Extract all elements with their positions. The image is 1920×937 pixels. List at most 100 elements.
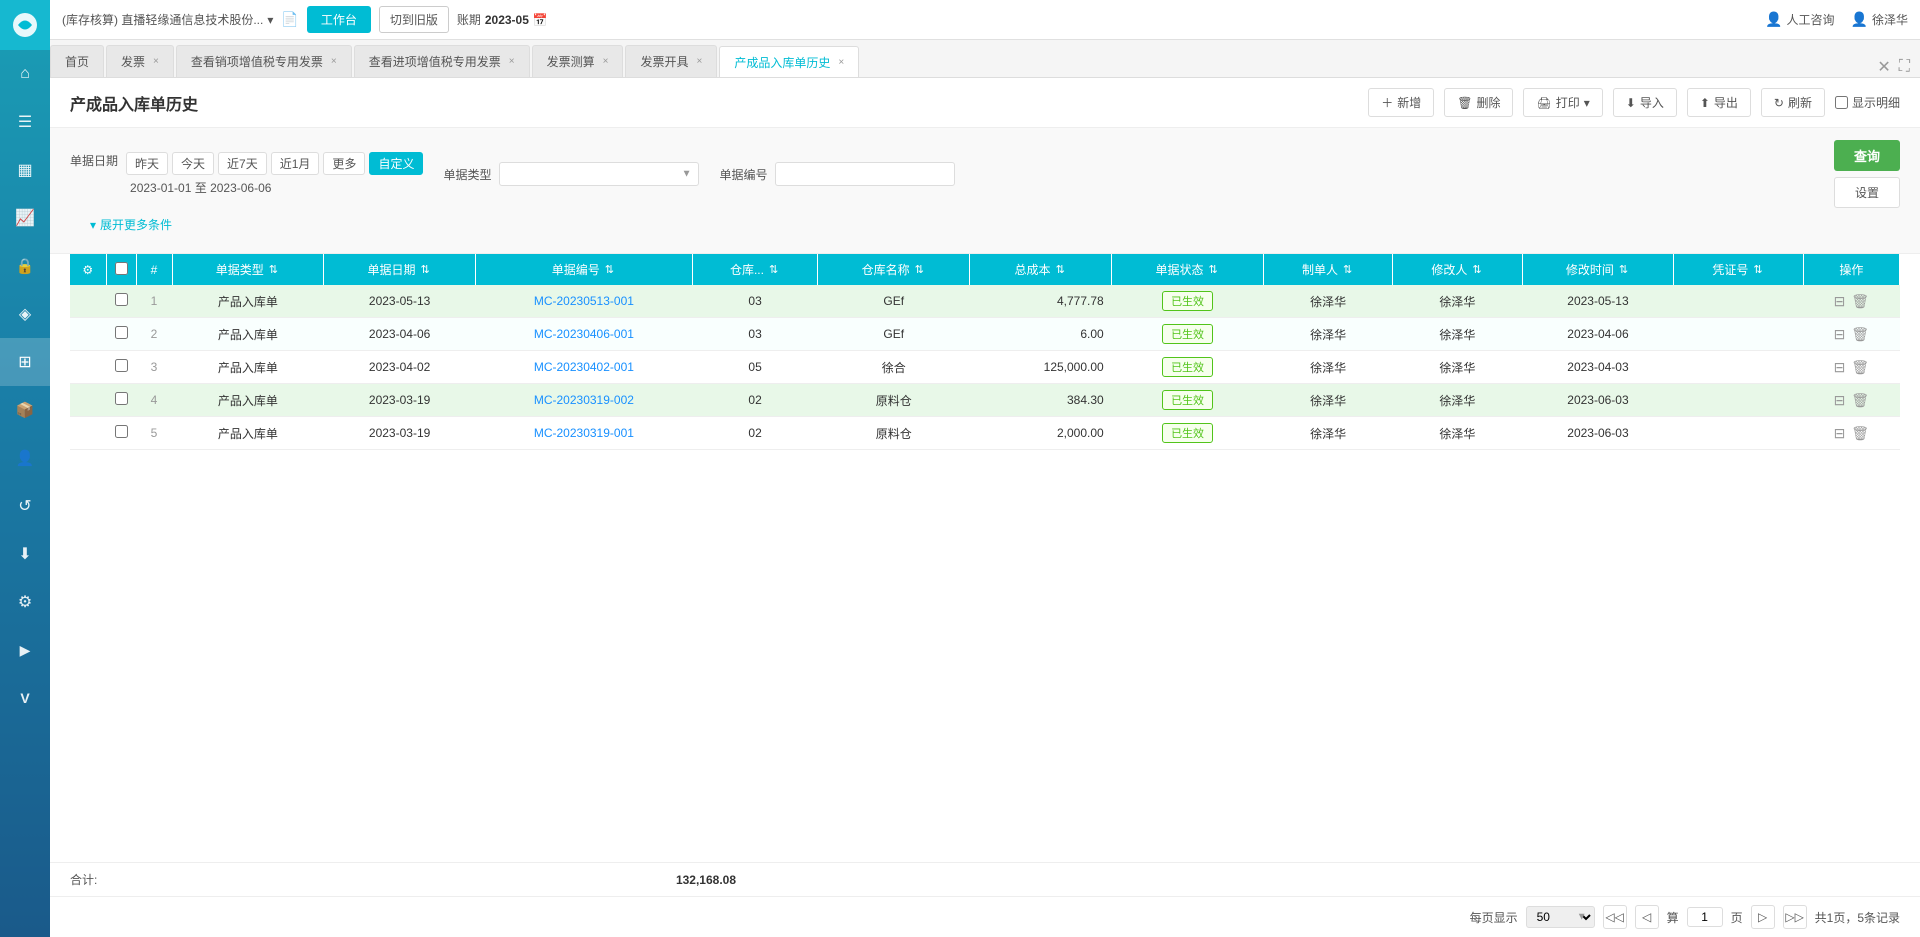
user-info[interactable]: 👤 徐泽华 (1851, 11, 1908, 28)
tab-sales-invoice-close[interactable]: × (331, 56, 337, 67)
col-warehouse-code[interactable]: 仓库...⇅ (692, 254, 818, 285)
app-logo[interactable] (0, 0, 50, 50)
per-page-select[interactable]: 50 100 200 (1526, 906, 1595, 928)
show-detail-toggle[interactable]: 显示明细 (1835, 94, 1900, 111)
sidebar-item-settings2[interactable]: ⚙ (0, 578, 50, 626)
row-edit-icon[interactable]: ⊟ (1834, 392, 1846, 409)
sidebar-item-refresh2[interactable]: ↺ (0, 482, 50, 530)
delete-button[interactable]: 🗑 删除 (1444, 88, 1513, 117)
expand-more-btn[interactable]: ▾ 展开更多条件 (90, 216, 172, 233)
row-checkbox-cell[interactable] (106, 351, 136, 384)
col-warehouse-name[interactable]: 仓库名称⇅ (818, 254, 970, 285)
col-modify-time[interactable]: 修改时间⇅ (1522, 254, 1674, 285)
sidebar-item-analytics[interactable]: 📈 (0, 194, 50, 242)
company-dropdown-icon[interactable]: ▾ (267, 13, 273, 27)
row-number[interactable]: MC-20230319-002 (475, 384, 692, 417)
select-all-checkbox[interactable] (115, 262, 128, 275)
col-wh-name-sort[interactable]: ⇅ (913, 263, 926, 276)
new-button[interactable]: ＋ 新增 (1368, 88, 1434, 117)
col-status[interactable]: 单据状态⇅ (1112, 254, 1264, 285)
row-number[interactable]: MC-20230402-001 (475, 351, 692, 384)
col-creator[interactable]: 制单人⇅ (1263, 254, 1392, 285)
sidebar-item-download[interactable]: ⬇ (0, 530, 50, 578)
page-number-input[interactable] (1687, 907, 1723, 927)
sidebar-item-document[interactable]: ☰ (0, 98, 50, 146)
row-edit-icon[interactable]: ⊟ (1834, 359, 1846, 376)
date-btn-today[interactable]: 今天 (172, 152, 214, 175)
tab-purchase-invoice-close[interactable]: × (509, 56, 515, 67)
row-checkbox[interactable] (115, 425, 128, 438)
col-type-sort[interactable]: ⇅ (267, 263, 280, 276)
tab-sales-invoice[interactable]: 查看销项增值税专用发票 × (176, 45, 352, 77)
tab-invoice[interactable]: 发票 × (106, 45, 174, 77)
next-page-button[interactable]: ▷ (1751, 905, 1775, 929)
sidebar-item-play[interactable]: ▶ (0, 626, 50, 674)
tab-finished-goods-history[interactable]: 产成品入库单历史 × (719, 46, 859, 78)
tab-invoice-close[interactable]: × (153, 56, 159, 67)
query-button[interactable]: 查询 (1834, 140, 1900, 171)
col-number-sort[interactable]: ⇅ (603, 263, 616, 276)
sidebar-item-chart[interactable]: ▦ (0, 146, 50, 194)
row-delete-icon[interactable]: 🗑 (1851, 392, 1869, 409)
help-label[interactable]: 👤 人工咨询 (1765, 11, 1834, 28)
last-page-button[interactable]: ▷▷ (1783, 905, 1807, 929)
col-modifier[interactable]: 修改人⇅ (1393, 254, 1522, 285)
col-total-cost[interactable]: 总成本⇅ (970, 254, 1112, 285)
sidebar-item-grid[interactable]: ⊞ (0, 338, 50, 386)
tab-close-all-icon[interactable]: ✕ (1877, 57, 1890, 77)
col-creator-sort[interactable]: ⇅ (1341, 263, 1354, 276)
col-date[interactable]: 单据日期⇅ (324, 254, 476, 285)
refresh-button[interactable]: ↻ 刷新 (1761, 88, 1825, 117)
export-button[interactable]: ⬆ 导出 (1687, 88, 1751, 117)
tab-finished-goods-close[interactable]: × (838, 57, 844, 68)
row-checkbox[interactable] (115, 293, 128, 306)
col-status-sort[interactable]: ⇅ (1206, 263, 1219, 276)
row-checkbox-cell[interactable] (106, 384, 136, 417)
col-settings[interactable]: ⚙ (70, 254, 106, 285)
date-btn-yesterday[interactable]: 昨天 (126, 152, 168, 175)
col-wh-code-sort[interactable]: ⇅ (767, 263, 780, 276)
tab-invoice-calc-close[interactable]: × (603, 56, 609, 67)
row-delete-icon[interactable]: 🗑 (1851, 425, 1869, 442)
sidebar-item-inventory[interactable]: 📦 (0, 386, 50, 434)
sidebar-item-person[interactable]: 👤 (0, 434, 50, 482)
tab-invoice-calc[interactable]: 发票测算 × (532, 45, 624, 77)
sidebar-item-home[interactable]: ⌂ (0, 50, 50, 98)
row-edit-icon[interactable]: ⊟ (1834, 326, 1846, 343)
col-modify-time-sort[interactable]: ⇅ (1617, 263, 1630, 276)
date-btn-more[interactable]: 更多 (323, 152, 365, 175)
col-checkbox[interactable] (106, 254, 136, 285)
prev-page-button[interactable]: ◁ (1635, 905, 1659, 929)
col-voucher[interactable]: 凭证号⇅ (1674, 254, 1803, 285)
col-voucher-sort[interactable]: ⇅ (1751, 263, 1764, 276)
row-edit-icon[interactable]: ⊟ (1834, 293, 1846, 310)
row-checkbox[interactable] (115, 392, 128, 405)
sidebar-item-version[interactable]: V (0, 674, 50, 722)
date-btn-7days[interactable]: 近7天 (218, 152, 267, 175)
tab-fullscreen-icon[interactable]: ⛶ (1899, 58, 1910, 76)
setting-button[interactable]: 设置 (1834, 177, 1900, 208)
topbar-doc-icon[interactable]: 📄 (281, 11, 298, 28)
col-modifier-sort[interactable]: ⇅ (1470, 263, 1483, 276)
date-btn-1month[interactable]: 近1月 (271, 152, 320, 175)
col-cost-sort[interactable]: ⇅ (1054, 263, 1067, 276)
date-btn-custom[interactable]: 自定义 (369, 152, 423, 175)
first-page-button[interactable]: ◁◁ (1603, 905, 1627, 929)
sidebar-item-shield[interactable]: ◈ (0, 290, 50, 338)
tab-home[interactable]: 首页 (50, 45, 104, 77)
workbench-button[interactable]: 工作台 (307, 6, 371, 33)
row-delete-icon[interactable]: 🗑 (1851, 326, 1869, 343)
row-number[interactable]: MC-20230513-001 (475, 285, 692, 318)
row-edit-icon[interactable]: ⊟ (1834, 425, 1846, 442)
tab-purchase-invoice[interactable]: 查看进项增值税专用发票 × (354, 45, 530, 77)
row-number[interactable]: MC-20230319-001 (475, 417, 692, 450)
col-number[interactable]: 单据编号⇅ (475, 254, 692, 285)
row-checkbox[interactable] (115, 359, 128, 372)
row-checkbox-cell[interactable] (106, 318, 136, 351)
print-button[interactable]: 🖨 打印 ▾ (1523, 88, 1602, 117)
col-date-sort[interactable]: ⇅ (419, 263, 432, 276)
tab-invoice-issue-close[interactable]: × (696, 56, 702, 67)
show-detail-checkbox[interactable] (1835, 96, 1848, 109)
type-select[interactable] (499, 162, 699, 186)
calendar-icon[interactable]: 📅 (533, 13, 548, 27)
